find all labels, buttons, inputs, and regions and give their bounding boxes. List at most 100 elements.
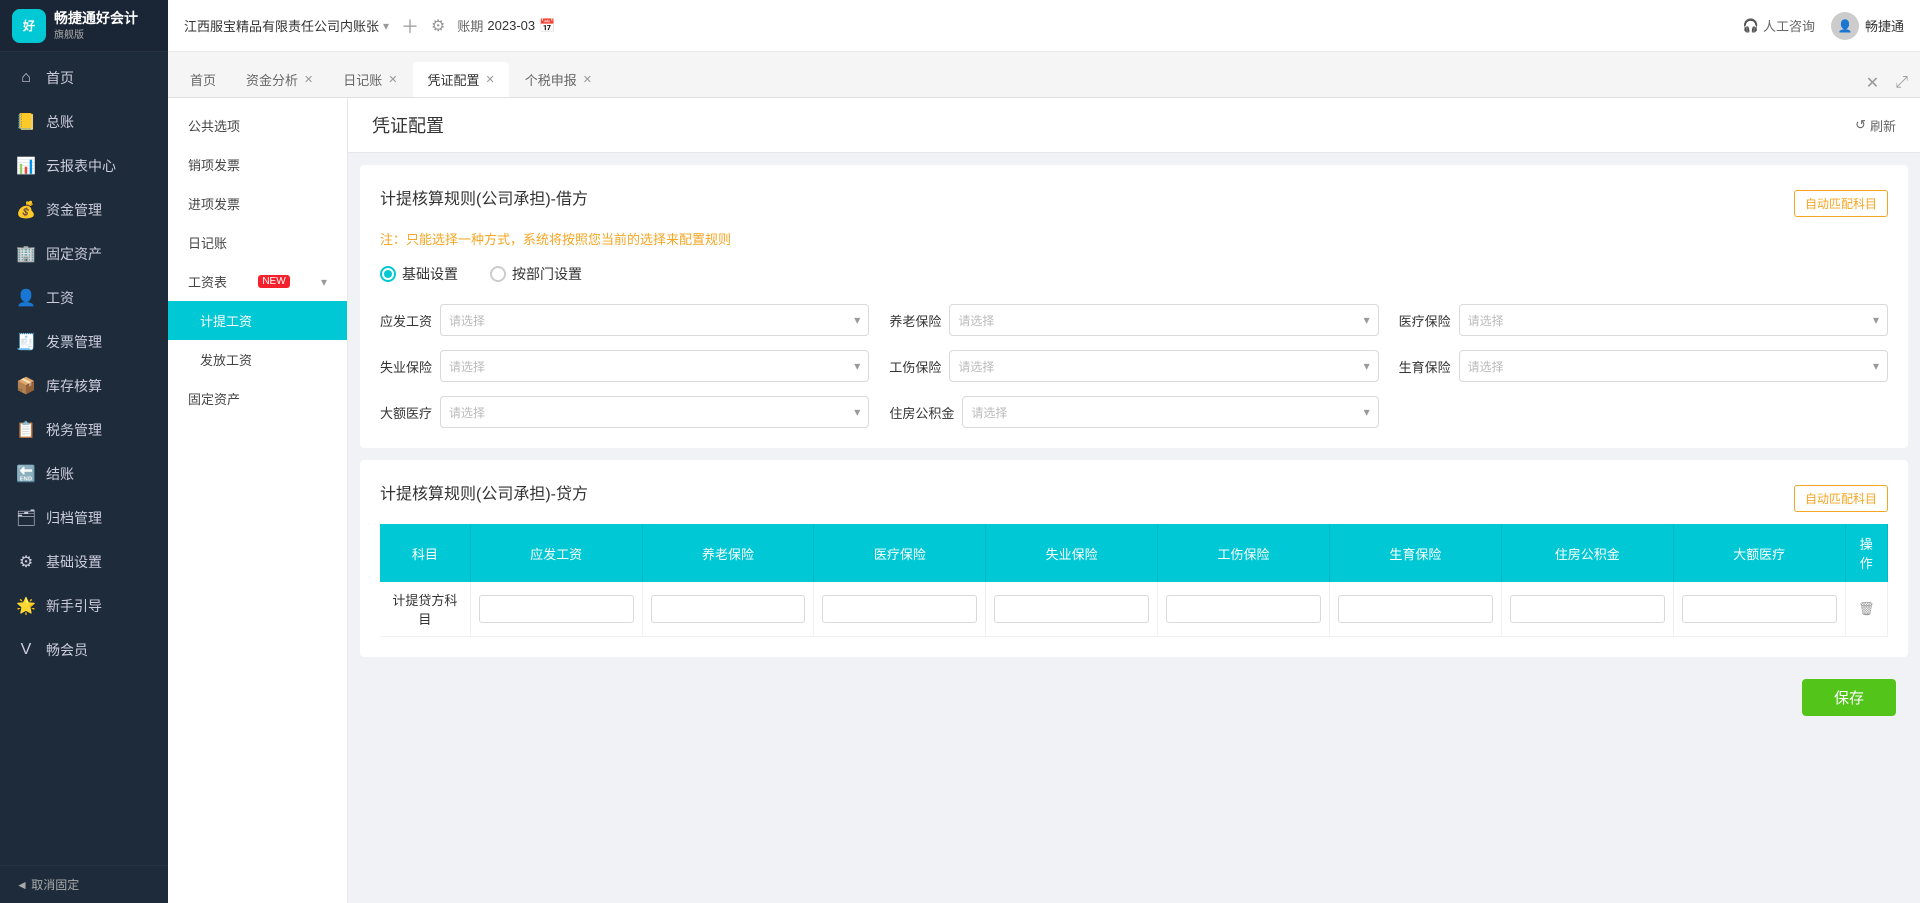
td-shiye-input[interactable] bbox=[994, 595, 1149, 623]
sidebar-item-salary[interactable]: 👤工资 bbox=[0, 276, 168, 320]
left-menu-item-payroll_calc[interactable]: 计提工资 bbox=[168, 301, 347, 340]
td-yiliao-input[interactable] bbox=[822, 595, 977, 623]
field-shengyu-select[interactable]: 请选择 ▾ bbox=[1459, 350, 1888, 382]
sidebar-item-tax[interactable]: 📋税务管理 bbox=[0, 408, 168, 452]
sidebar-item-checkout[interactable]: 🔚结账 bbox=[0, 452, 168, 496]
field-dale-select[interactable]: 请选择 ▾ bbox=[440, 396, 869, 428]
add-tab-button[interactable]: ＋ bbox=[401, 13, 419, 39]
calendar-icon: 📅 bbox=[539, 18, 555, 34]
tab-diary[interactable]: 日记账✕ bbox=[329, 62, 411, 97]
user-name: 畅捷通 bbox=[1865, 16, 1904, 35]
tab-home[interactable]: 首页 bbox=[176, 62, 230, 97]
sidebar-logo: 好 畅捷通好会计 旗舰版 bbox=[0, 0, 168, 52]
settings-icon[interactable]: ⚙ bbox=[431, 16, 445, 36]
field-yiliao-select[interactable]: 请选择 ▾ bbox=[1459, 304, 1888, 336]
expand-tab-button[interactable]: ⤢ bbox=[1891, 70, 1912, 96]
field-dale-label: 大额医疗 bbox=[380, 403, 432, 422]
tab-funds[interactable]: 资金分析✕ bbox=[232, 62, 327, 97]
field-shengyu-label: 生育保险 bbox=[1399, 357, 1451, 376]
credit-table-header-row: 科目 应发工资 养老保险 医疗保险 失业保险 工伤保险 生育保险 住房公积金 大… bbox=[380, 524, 1888, 582]
sidebar-item-funds[interactable]: 💰资金管理 bbox=[0, 188, 168, 232]
left-menu-item-payroll_pay[interactable]: 发放工资 bbox=[168, 340, 347, 379]
sidebar-item-assets[interactable]: 🏢固定资产 bbox=[0, 232, 168, 276]
td-shengyu-input[interactable] bbox=[1338, 595, 1493, 623]
sidebar-item-reports[interactable]: 📊云报表中心 bbox=[0, 144, 168, 188]
refresh-button[interactable]: ↺ 刷新 bbox=[1855, 116, 1896, 135]
tab-close-diary[interactable]: ✕ bbox=[388, 73, 397, 86]
nav-label-vip: 畅会员 bbox=[46, 640, 88, 660]
td-yiliao-cell bbox=[814, 582, 986, 637]
radio-basic-label: 基础设置 bbox=[402, 264, 458, 284]
radio-basic[interactable]: 基础设置 bbox=[380, 264, 458, 284]
credit-section-header: 计提核算规则(公司承担)-贷方 自动匹配科目 bbox=[380, 480, 1888, 516]
left-menu-item-diary[interactable]: 日记账 bbox=[168, 223, 347, 262]
topbar-right: 🎧 人工咨询 👤 畅捷通 bbox=[1743, 12, 1904, 40]
field-yingfa-chevron-icon: ▾ bbox=[854, 313, 860, 327]
sidebar-item-guide[interactable]: 🌟新手引导 bbox=[0, 584, 168, 628]
tab-close-tax_report[interactable]: ✕ bbox=[583, 73, 592, 86]
right-content: 凭证配置 ↺ 刷新 计提核算规则(公司承担)-借方 自动匹配科目 注：只能选择一… bbox=[348, 98, 1920, 903]
save-button[interactable]: 保存 bbox=[1802, 679, 1896, 716]
sidebar-item-settings[interactable]: ⚙基础设置 bbox=[0, 540, 168, 584]
sidebar-item-home[interactable]: ⌂首页 bbox=[0, 56, 168, 100]
td-yanglao-input[interactable] bbox=[651, 595, 806, 623]
nav-icon-assets: 🏢 bbox=[16, 244, 36, 264]
radio-dept[interactable]: 按部门设置 bbox=[490, 264, 582, 284]
td-subject-label: 计提贷方科目 bbox=[380, 582, 470, 637]
field-zhufang-placeholder: 请选择 bbox=[971, 404, 1007, 421]
period-value: 2023-03 bbox=[487, 18, 535, 33]
field-gongshang: 工伤保险 请选择 ▾ bbox=[889, 350, 1378, 382]
field-shiye-select[interactable]: 请选择 ▾ bbox=[440, 350, 869, 382]
cancel-pin-button[interactable]: ◄ 取消固定 bbox=[0, 865, 168, 903]
field-shengyu-chevron-icon: ▾ bbox=[1873, 359, 1879, 373]
left-menu-item-sales_invoice[interactable]: 销项发票 bbox=[168, 145, 347, 184]
credit-auto-match-button[interactable]: 自动匹配科目 bbox=[1794, 485, 1888, 512]
debit-radio-group: 基础设置 按部门设置 bbox=[380, 264, 1888, 284]
left-menu-item-salary_table[interactable]: 工资表NEW▾ bbox=[168, 262, 347, 301]
close-tab-button[interactable]: ✕ bbox=[1862, 69, 1883, 97]
cancel-pin-label: ◄ 取消固定 bbox=[16, 876, 79, 893]
logo-text: 畅捷通好会计 bbox=[54, 10, 138, 27]
field-gongshang-placeholder: 请选择 bbox=[958, 358, 994, 375]
field-yanglao-select[interactable]: 请选择 ▾ bbox=[949, 304, 1378, 336]
td-gongshang-cell bbox=[1158, 582, 1330, 637]
nav-icon-inventory: 📦 bbox=[16, 376, 36, 396]
td-zhufang-input[interactable] bbox=[1510, 595, 1665, 623]
sidebar-item-archive[interactable]: 🗂归档管理 bbox=[0, 496, 168, 540]
tab-tax_report[interactable]: 个税申报✕ bbox=[511, 62, 606, 97]
field-yiliao-label: 医疗保险 bbox=[1399, 311, 1451, 330]
field-yanglao-chevron-icon: ▾ bbox=[1364, 313, 1370, 327]
sidebar-item-invoice[interactable]: 🧾发票管理 bbox=[0, 320, 168, 364]
nav-label-inventory: 库存核算 bbox=[46, 376, 102, 396]
field-zhufang-label: 住房公积金 bbox=[889, 403, 954, 422]
company-chevron-icon: ▾ bbox=[383, 19, 389, 33]
debit-auto-match-button[interactable]: 自动匹配科目 bbox=[1794, 190, 1888, 217]
sidebar-item-inventory[interactable]: 📦 库存核算 bbox=[0, 364, 168, 408]
tab-voucher_config[interactable]: 凭证配置✕ bbox=[413, 62, 508, 97]
td-dale-input[interactable] bbox=[1682, 595, 1837, 623]
field-zhufang-select[interactable]: 请选择 ▾ bbox=[962, 396, 1378, 428]
left-menu-item-purchase_invoice[interactable]: 进项发票 bbox=[168, 184, 347, 223]
th-yingfa: 应发工资 bbox=[470, 524, 642, 582]
td-zhufang-cell bbox=[1501, 582, 1673, 637]
company-selector[interactable]: 江西服宝精品有限责任公司内账张 ▾ bbox=[184, 16, 389, 35]
tab-close-voucher_config[interactable]: ✕ bbox=[486, 73, 495, 86]
th-action: 操作 bbox=[1845, 524, 1887, 582]
td-gongshang-input[interactable] bbox=[1166, 595, 1321, 623]
left-menu-item-fixed_assets[interactable]: 固定资产 bbox=[168, 379, 347, 418]
period-selector[interactable]: 账期 2023-03 📅 bbox=[457, 16, 555, 35]
service-button[interactable]: 🎧 人工咨询 bbox=[1743, 16, 1815, 35]
field-yingfa-select[interactable]: 请选择 ▾ bbox=[440, 304, 869, 336]
user-menu[interactable]: 👤 畅捷通 bbox=[1831, 12, 1904, 40]
field-gongshang-select[interactable]: 请选择 ▾ bbox=[949, 350, 1378, 382]
td-yingfa-cell bbox=[470, 582, 642, 637]
delete-row-button[interactable]: 🗑 bbox=[1858, 601, 1875, 616]
td-yingfa-input[interactable] bbox=[479, 595, 634, 623]
field-yiliao: 医疗保险 请选择 ▾ bbox=[1399, 304, 1888, 336]
sidebar-item-ledger[interactable]: 📒总账 bbox=[0, 100, 168, 144]
th-dale: 大额医疗 bbox=[1673, 524, 1845, 582]
sidebar-item-vip[interactable]: V畅会员 bbox=[0, 628, 168, 672]
tab-close-funds[interactable]: ✕ bbox=[304, 73, 313, 86]
left-menu-item-public[interactable]: 公共选项 bbox=[168, 106, 347, 145]
page-title: 凭证配置 bbox=[372, 112, 444, 138]
